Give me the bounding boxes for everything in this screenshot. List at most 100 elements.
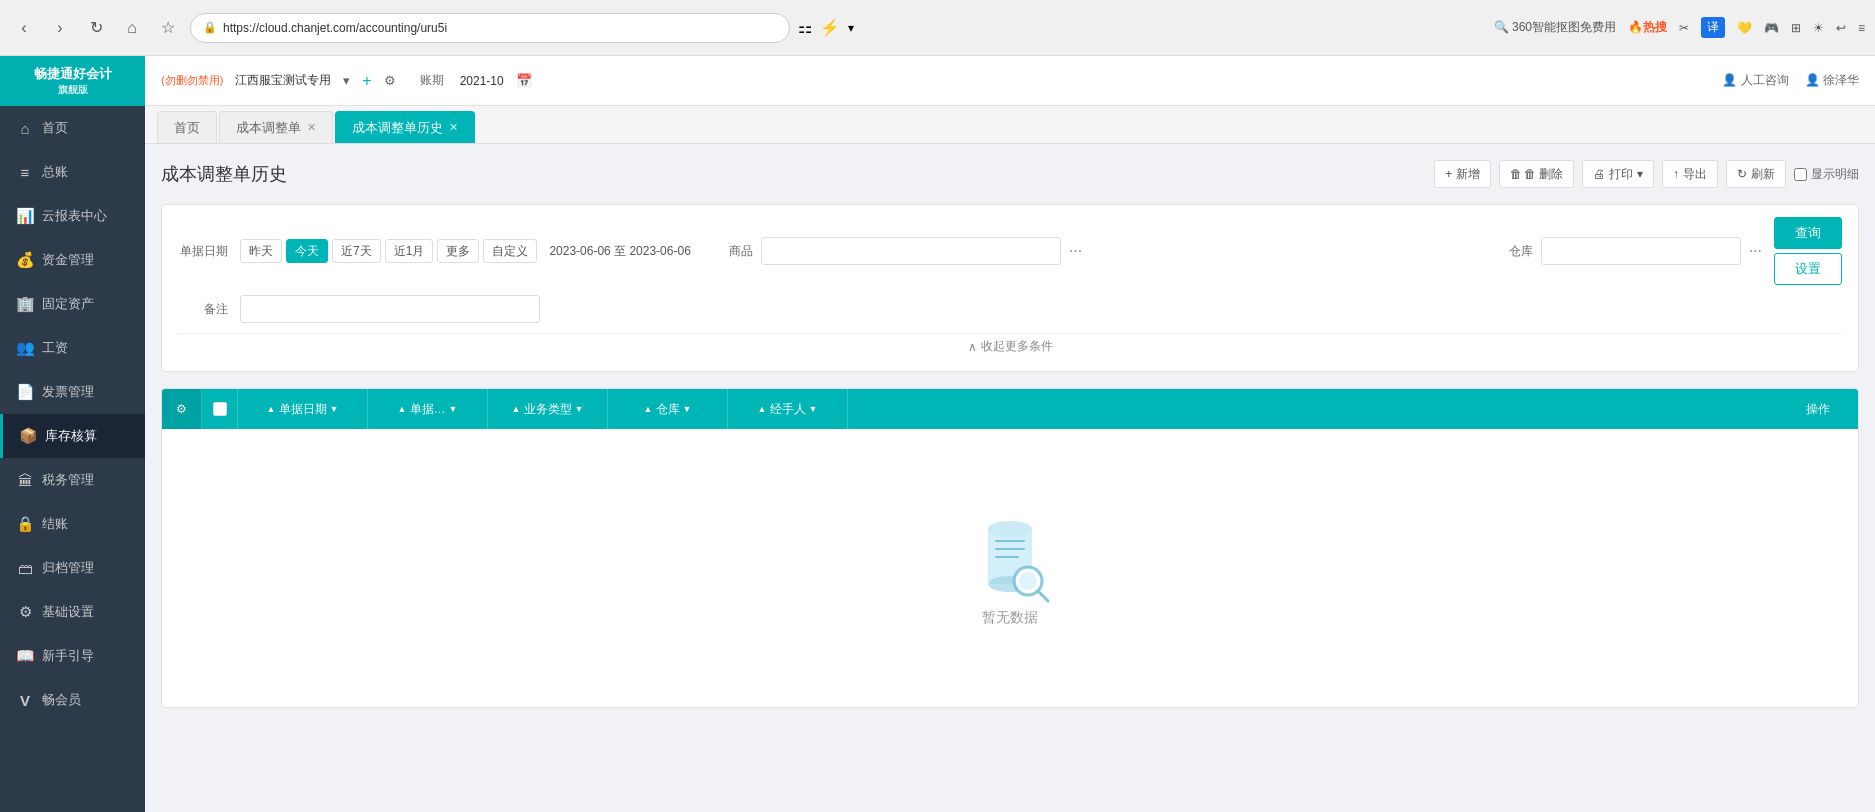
closing-icon: 🔒 — [16, 515, 34, 533]
sidebar-item-settings[interactable]: ⚙ 基础设置 — [0, 590, 145, 634]
dropdown-icon[interactable]: ▾ — [848, 21, 854, 35]
game-tool[interactable]: 🎮 — [1764, 21, 1779, 35]
wallet-tool[interactable]: 💛 — [1737, 21, 1752, 35]
topbar-dropdown-icon[interactable]: ▾ — [343, 73, 350, 88]
extensions-icon[interactable]: ⚏ — [798, 18, 812, 37]
date-btn-yesterday[interactable]: 昨天 — [240, 239, 282, 263]
lock-icon: 🔒 — [203, 21, 217, 34]
date-btn-custom[interactable]: 自定义 — [483, 239, 537, 263]
nav-label-home: 首页 — [42, 119, 68, 137]
nav-label-fixed-assets: 固定资产 — [42, 295, 94, 313]
tab-cost-adjust-history-close[interactable]: ✕ — [449, 121, 458, 134]
home-button[interactable]: ⌂ — [118, 14, 146, 42]
th-bill-no[interactable]: ▲ 单据… ▼ — [368, 389, 488, 429]
th-operator[interactable]: ▲ 经手人 ▼ — [728, 389, 848, 429]
remark-filter-input[interactable] — [240, 295, 540, 323]
ledger-icon: ≡ — [16, 164, 34, 181]
empty-state: 暂无数据 — [162, 429, 1858, 707]
delete-button[interactable]: 🗑 🗑 删除 — [1499, 160, 1574, 188]
topbar: (勿删勿禁用) 江西服宝测试专用 ▾ + ⚙ 账期 2021-10 📅 👤 人工… — [145, 56, 1875, 106]
topbar-calendar-icon[interactable]: 📅 — [516, 73, 532, 88]
address-text: https://cloud.chanjet.com/accounting/uru… — [223, 21, 447, 35]
show-detail-label: 显示明细 — [1811, 166, 1859, 183]
sort-down-icon-3: ▼ — [575, 404, 584, 414]
sort-down-icon-5: ▼ — [809, 404, 818, 414]
topbar-add-btn[interactable]: + — [362, 72, 371, 90]
show-detail-checkbox-label[interactable]: 显示明细 — [1794, 166, 1859, 183]
date-filter-label: 单据日期 — [178, 243, 228, 260]
address-bar[interactable]: 🔒 https://cloud.chanjet.com/accounting/u… — [190, 13, 790, 43]
scissors-tool[interactable]: ✂ — [1679, 21, 1689, 35]
topbar-period-label: 账期 — [420, 72, 444, 89]
hot-search[interactable]: 🔥热搜 — [1628, 19, 1667, 36]
tab-cost-adjust-close[interactable]: ✕ — [307, 121, 316, 134]
archive-icon: 🗃 — [16, 560, 34, 577]
collapse-button[interactable]: ∧ 收起更多条件 — [178, 333, 1842, 359]
sort-down-icon-2: ▼ — [449, 404, 458, 414]
goods-filter-dots[interactable]: ··· — [1069, 242, 1082, 260]
goods-filter-label: 商品 — [703, 243, 753, 260]
sidebar-item-closing[interactable]: 🔒 结账 — [0, 502, 145, 546]
tab-home[interactable]: 首页 — [157, 111, 217, 143]
date-btn-1month[interactable]: 近1月 — [385, 239, 434, 263]
undo-tool[interactable]: ↩ — [1836, 21, 1846, 35]
print-dropdown-icon[interactable]: ▾ — [1637, 167, 1643, 181]
sidebar-item-vip[interactable]: V 畅会员 — [0, 678, 145, 722]
warehouse-filter-dots[interactable]: ··· — [1749, 242, 1762, 260]
translate-tool[interactable]: 译 — [1701, 17, 1725, 38]
th-settings[interactable]: ⚙ — [162, 389, 202, 429]
warehouse-filter-input[interactable] — [1541, 237, 1741, 265]
settings-icon: ⚙ — [16, 603, 34, 621]
header-checkbox[interactable] — [213, 402, 227, 416]
query-button[interactable]: 查询 — [1774, 217, 1842, 249]
tab-cost-adjust[interactable]: 成本调整单 ✕ — [219, 111, 333, 143]
sidebar-item-fixed-assets[interactable]: 🏢 固定资产 — [0, 282, 145, 326]
delete-icon: 🗑 — [1510, 167, 1522, 181]
brightness-tool[interactable]: ☀ — [1813, 21, 1824, 35]
search-tool[interactable]: 🔍 360智能抠图免费用 — [1494, 19, 1616, 36]
sidebar-item-invoice[interactable]: 📄 发票管理 — [0, 370, 145, 414]
fixed-assets-icon: 🏢 — [16, 295, 34, 313]
th-check[interactable] — [202, 389, 238, 429]
sidebar-item-inventory[interactable]: 📦 库存核算 — [0, 414, 145, 458]
sidebar-item-tax[interactable]: 🏛 税务管理 — [0, 458, 145, 502]
th-warehouse[interactable]: ▲ 仓库 ▼ — [608, 389, 728, 429]
export-button[interactable]: ↑ 导出 — [1662, 160, 1718, 188]
back-button[interactable]: ‹ — [10, 14, 38, 42]
th-date[interactable]: ▲ 单据日期 ▼ — [238, 389, 368, 429]
star-button[interactable]: ☆ — [154, 14, 182, 42]
topbar-settings-btn[interactable]: ⚙ — [384, 73, 396, 88]
guide-icon: 📖 — [16, 647, 34, 665]
date-btn-7days[interactable]: 近7天 — [332, 239, 381, 263]
goods-filter-input[interactable] — [761, 237, 1061, 265]
sidebar-item-home[interactable]: ⌂ 首页 — [0, 106, 145, 150]
new-button[interactable]: + 新增 — [1434, 160, 1490, 188]
sidebar-item-ledger[interactable]: ≡ 总账 — [0, 150, 145, 194]
th-biz-type[interactable]: ▲ 业务类型 ▼ — [488, 389, 608, 429]
sidebar-item-payroll[interactable]: 👥 工资 — [0, 326, 145, 370]
page-actions: + 新增 🗑 🗑 删除 🖨 打印 ▾ ↑ 导出 — [1434, 160, 1859, 188]
grid-tool[interactable]: ⊞ — [1791, 21, 1801, 35]
forward-button[interactable]: › — [46, 14, 74, 42]
filter-row-date: 单据日期 昨天 今天 近7天 近1月 更多 自定义 2023-06-06 至 2… — [178, 217, 1842, 285]
vip-icon: V — [16, 692, 34, 709]
sidebar-item-reports[interactable]: 📊 云报表中心 — [0, 194, 145, 238]
settings-btn[interactable]: 设置 — [1774, 253, 1842, 285]
topbar-user[interactable]: 👤 徐泽华 — [1805, 72, 1859, 89]
refresh-button[interactable]: ↻ — [82, 14, 110, 42]
print-button[interactable]: 🖨 打印 ▾ — [1582, 160, 1654, 188]
show-detail-checkbox[interactable] — [1794, 168, 1807, 181]
sidebar-item-archive[interactable]: 🗃 归档管理 — [0, 546, 145, 590]
sidebar-item-funds[interactable]: 💰 资金管理 — [0, 238, 145, 282]
refresh-button[interactable]: ↻ 刷新 — [1726, 160, 1786, 188]
lightning-icon[interactable]: ⚡ — [820, 18, 840, 37]
tab-cost-adjust-history[interactable]: 成本调整单历史 ✕ — [335, 111, 475, 143]
app-container: 畅捷通好会计 旗舰版 ⌂ 首页 ≡ 总账 📊 云报表中心 💰 资金管理 🏢 固定… — [0, 56, 1875, 812]
sort-down-icon-4: ▼ — [683, 404, 692, 414]
sidebar-logo: 畅捷通好会计 旗舰版 — [0, 56, 145, 106]
date-btn-more[interactable]: 更多 — [437, 239, 479, 263]
date-btn-today[interactable]: 今天 — [286, 239, 328, 263]
menu-tool[interactable]: ≡ — [1858, 21, 1865, 35]
topbar-service-label[interactable]: 👤 人工咨询 — [1722, 72, 1788, 89]
sidebar-item-guide[interactable]: 📖 新手引导 — [0, 634, 145, 678]
